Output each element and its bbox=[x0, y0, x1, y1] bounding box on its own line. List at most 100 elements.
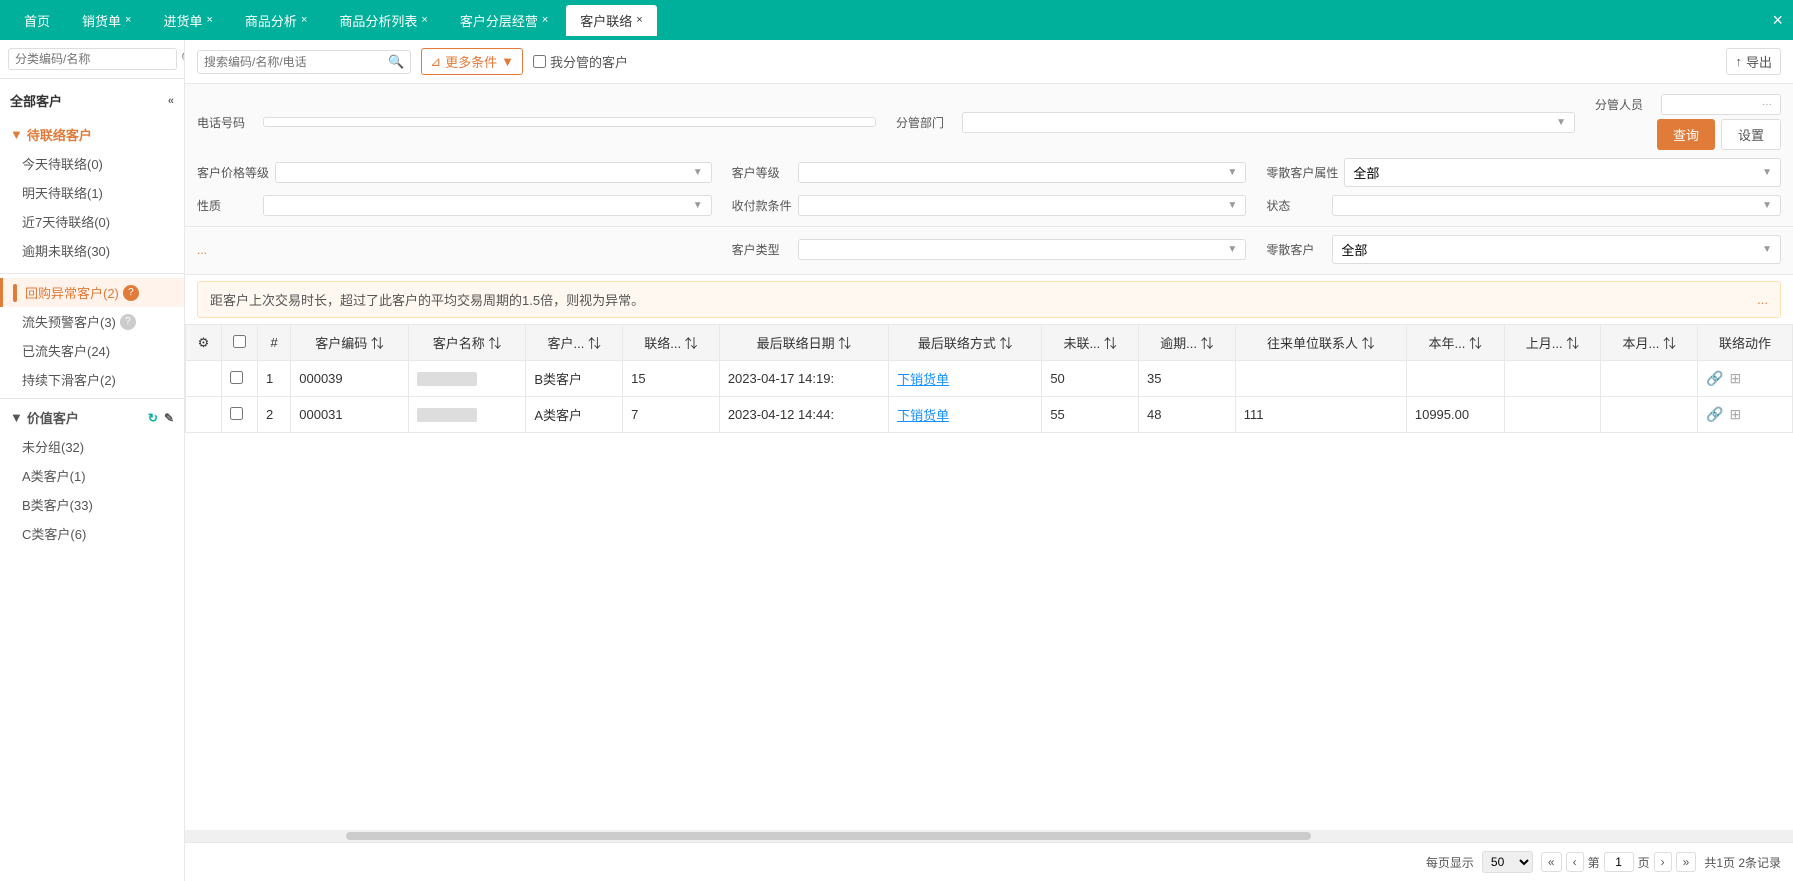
page-size-select[interactable]: 50 20 100 bbox=[1482, 851, 1533, 873]
th-contact-count[interactable]: 联络... ⇅ bbox=[623, 325, 720, 361]
sidebar-item-continuous-down[interactable]: 持续下滑客户(2) bbox=[0, 365, 184, 394]
customer-level-select[interactable]: ▼ bbox=[798, 162, 1247, 183]
th-last-contact-date[interactable]: 最后联络日期 ⇅ bbox=[719, 325, 888, 361]
window-close-btn[interactable]: × bbox=[1772, 10, 1783, 31]
gender-select[interactable]: ▼ bbox=[263, 195, 712, 216]
td-last-contact-method-1[interactable]: 下销货单 bbox=[889, 361, 1042, 397]
sidebar-pending-contact-title[interactable]: ▼ 待联络客户 bbox=[0, 120, 184, 149]
sidebar-item-overdue[interactable]: 逾期未联络(30) bbox=[0, 236, 184, 265]
th-last-month[interactable]: 上月... ⇅ bbox=[1504, 325, 1601, 361]
link-action-icon-1[interactable]: 🔗 bbox=[1706, 370, 1723, 387]
table-row: 1 000039 B类客户 15 2023-04-17 14:19: 下销货单 … bbox=[186, 361, 1793, 397]
th-this-month[interactable]: 本月... ⇅ bbox=[1601, 325, 1698, 361]
sidebar-item-tomorrow[interactable]: 明天待联络(1) bbox=[0, 178, 184, 207]
nav-tab-sales[interactable]: 销货单 × bbox=[68, 5, 145, 36]
export-btn[interactable]: ↑ 导出 bbox=[1726, 48, 1781, 75]
nav-tab-home[interactable]: 首页 bbox=[10, 5, 64, 36]
sidebar-item-already-lost[interactable]: 已流失客户(24) bbox=[0, 336, 184, 365]
nav-tab-purchase[interactable]: 进货单 × bbox=[149, 5, 226, 36]
sidebar-item-7days[interactable]: 近7天待联络(0) bbox=[0, 207, 184, 236]
th-contacts[interactable]: 往来单位联系人 ⇅ bbox=[1235, 325, 1406, 361]
table-header-row: ⚙ # 客户编码 ⇅ 客户名称 ⇅ 客户... ⇅ 联络... ⇅ 最后联络日期… bbox=[186, 325, 1793, 361]
nav-tab-sales-close[interactable]: × bbox=[125, 14, 131, 26]
sidebar-item-lost-prediction[interactable]: 流失预警客户(3) ? bbox=[0, 307, 184, 336]
th-name[interactable]: 客户名称 ⇅ bbox=[408, 325, 526, 361]
select-all-checkbox[interactable] bbox=[233, 335, 246, 348]
link-action-icon-2[interactable]: 🔗 bbox=[1706, 406, 1723, 423]
filter-bar: 🔍 ⊿ 更多条件 ▼ 我分管的客户 ↑ 导出 bbox=[185, 40, 1793, 84]
th-level[interactable]: 客户... ⇅ bbox=[526, 325, 623, 361]
td-last-contact-method-2[interactable]: 下销货单 bbox=[889, 397, 1042, 433]
payment-label: 收付款条件 bbox=[732, 197, 792, 214]
horizontal-scrollbar[interactable] bbox=[185, 830, 1793, 842]
grid-action-icon-2[interactable]: ⊞ bbox=[1730, 406, 1742, 423]
prev-page-btn[interactable]: ‹ bbox=[1566, 852, 1584, 872]
td-contacts-2: 111 bbox=[1235, 397, 1406, 433]
more-conditions-btn[interactable]: ⊿ 更多条件 ▼ bbox=[421, 48, 523, 75]
sidebar-item-a-class[interactable]: A类客户(1) bbox=[0, 461, 184, 490]
scroll-thumb[interactable] bbox=[346, 832, 1311, 840]
sidebar-value-customers-header[interactable]: ▼ 价值客户 ↻ ✎ bbox=[0, 403, 184, 432]
search-input[interactable] bbox=[204, 55, 384, 69]
branch-dept-select[interactable]: ▼ bbox=[962, 112, 1575, 133]
sidebar-item-abnormal-repurchase[interactable]: 回购异常客户(2) ? bbox=[0, 278, 184, 307]
customer-type-select[interactable]: ▼ bbox=[798, 239, 1247, 260]
nav-tab-purchase-close[interactable]: × bbox=[206, 14, 212, 26]
nav-tab-customer-contact-close[interactable]: × bbox=[636, 14, 642, 26]
branch-person-select[interactable]: ··· bbox=[1661, 94, 1781, 115]
td-last-contact-date-2: 2023-04-12 14:44: bbox=[719, 397, 888, 433]
sidebar-item-c-class[interactable]: C类客户(6) bbox=[0, 519, 184, 548]
search-icon[interactable]: 🔍 bbox=[388, 54, 404, 70]
tooltip-bar: 距客户上次交易时长，超过了此客户的平均交易周期的1.5倍，则视为异常。 ... bbox=[197, 281, 1781, 318]
th-code[interactable]: 客户编码 ⇅ bbox=[291, 325, 409, 361]
row-checkbox-1[interactable] bbox=[230, 371, 243, 384]
td-last-month-1 bbox=[1504, 361, 1601, 397]
abnormal-repurchase-help-icon[interactable]: ? bbox=[123, 285, 139, 301]
nav-tab-customer-segment-close[interactable]: × bbox=[542, 14, 548, 26]
td-this-year-1 bbox=[1406, 361, 1504, 397]
row-checkbox-2[interactable] bbox=[230, 407, 243, 420]
my-customers-checkbox[interactable] bbox=[533, 55, 546, 68]
th-overdue[interactable]: 逾期... ⇅ bbox=[1139, 325, 1236, 361]
more-filter-btn[interactable]: ... bbox=[197, 243, 207, 257]
query-btn[interactable]: 查询 bbox=[1657, 119, 1715, 150]
sidebar-item-today[interactable]: 今天待联络(0) bbox=[0, 149, 184, 178]
th-this-year[interactable]: 本年... ⇅ bbox=[1406, 325, 1504, 361]
last-page-btn[interactable]: » bbox=[1676, 852, 1697, 872]
nav-tab-product-list-close[interactable]: × bbox=[421, 14, 427, 26]
th-checkbox[interactable] bbox=[222, 325, 258, 361]
customer-level-label: 客户等级 bbox=[732, 164, 792, 181]
nav-tab-product-analysis[interactable]: 商品分析 × bbox=[231, 5, 321, 36]
td-checkbox-1[interactable] bbox=[222, 361, 258, 397]
lost-prediction-help-icon[interactable]: ? bbox=[120, 314, 136, 330]
current-page-input[interactable] bbox=[1604, 852, 1634, 872]
payment-select[interactable]: ▼ bbox=[798, 195, 1247, 216]
th-last-contact-method[interactable]: 最后联络方式 ⇅ bbox=[889, 325, 1042, 361]
nav-tab-product-analysis-close[interactable]: × bbox=[301, 14, 307, 26]
value-customers-edit-icon[interactable]: ✎ bbox=[164, 411, 174, 425]
price-level-select[interactable]: ▼ bbox=[275, 162, 712, 183]
retail-customer-select[interactable]: 全部 ▼ bbox=[1332, 235, 1781, 264]
nav-tab-customer-contact[interactable]: 客户联络 × bbox=[566, 5, 656, 36]
tooltip-more-btn[interactable]: ... bbox=[1757, 292, 1768, 307]
chevron-down-icon: ▼ bbox=[501, 54, 514, 69]
th-setting[interactable]: ⚙ bbox=[186, 325, 222, 361]
sidebar-item-b-class[interactable]: B类客户(33) bbox=[0, 490, 184, 519]
value-customers-recalc-icon[interactable]: ↻ bbox=[148, 411, 158, 425]
retail-attr-select[interactable]: 全部 ▼ bbox=[1344, 158, 1781, 187]
status-select[interactable]: ▼ bbox=[1332, 195, 1781, 216]
td-contacts-1 bbox=[1235, 361, 1406, 397]
setting-btn[interactable]: 设置 bbox=[1721, 119, 1781, 150]
next-page-btn[interactable]: › bbox=[1654, 852, 1672, 872]
td-checkbox-2[interactable] bbox=[222, 397, 258, 433]
th-uncontacted[interactable]: 未联... ⇅ bbox=[1042, 325, 1139, 361]
nav-tab-customer-segment[interactable]: 客户分层经营 × bbox=[446, 5, 562, 36]
grid-action-icon-1[interactable]: ⊞ bbox=[1730, 370, 1742, 387]
sidebar-search-input[interactable] bbox=[8, 48, 177, 70]
sidebar-all-customers-header[interactable]: 全部客户 « bbox=[0, 85, 184, 116]
sidebar-item-unclassified[interactable]: 未分组(32) bbox=[0, 432, 184, 461]
first-page-btn[interactable]: « bbox=[1541, 852, 1562, 872]
pagination-bar: 每页显示 50 20 100 « ‹ 第 页 › » 共1页 2条记录 bbox=[185, 842, 1793, 881]
nav-tab-product-list[interactable]: 商品分析列表 × bbox=[325, 5, 441, 36]
phone-select[interactable] bbox=[263, 117, 876, 127]
